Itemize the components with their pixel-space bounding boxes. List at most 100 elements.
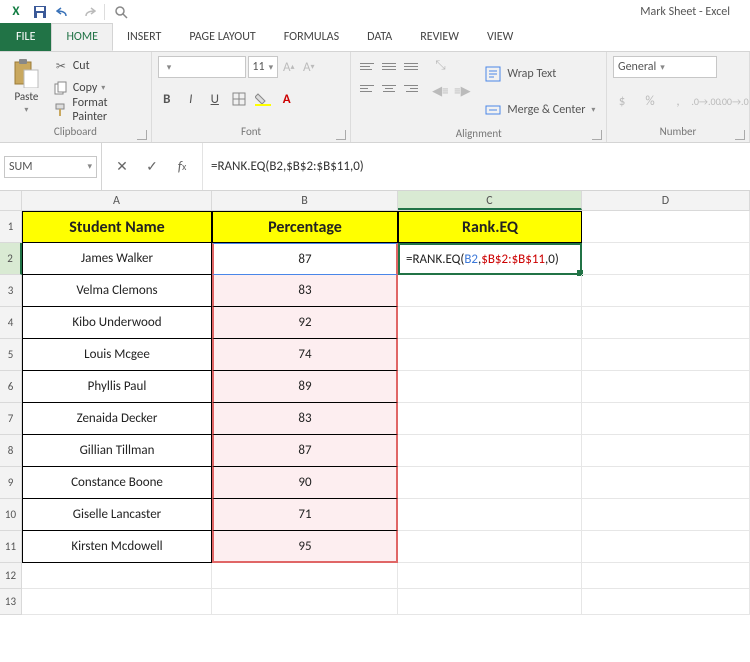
- cell[interactable]: [212, 563, 398, 589]
- cell[interactable]: 90: [212, 467, 398, 499]
- cell[interactable]: 92: [212, 307, 398, 339]
- row-header[interactable]: 7: [0, 403, 22, 435]
- cell[interactable]: [582, 403, 750, 435]
- align-middle-button[interactable]: [379, 56, 399, 76]
- row-header[interactable]: 5: [0, 339, 22, 371]
- cell[interactable]: [582, 275, 750, 307]
- cell[interactable]: Phyllis Paul: [22, 371, 212, 403]
- tab-insert[interactable]: INSERT: [113, 23, 175, 51]
- tab-home[interactable]: HOME: [51, 23, 113, 51]
- fill-color-button[interactable]: [254, 90, 272, 108]
- row-header[interactable]: 1: [0, 211, 22, 243]
- cell[interactable]: [582, 339, 750, 371]
- cell[interactable]: Kibo Underwood: [22, 307, 212, 339]
- tab-view[interactable]: VIEW: [473, 23, 527, 51]
- tab-review[interactable]: REVIEW: [406, 23, 473, 51]
- cell[interactable]: [398, 307, 582, 339]
- dialog-launcher-icon[interactable]: [592, 130, 602, 140]
- name-box[interactable]: SUM ▾: [4, 156, 97, 178]
- cell[interactable]: [398, 275, 582, 307]
- tab-file[interactable]: FILE: [0, 23, 51, 51]
- font-name-select[interactable]: [158, 56, 246, 78]
- save-button[interactable]: [30, 2, 50, 22]
- cell[interactable]: [582, 531, 750, 563]
- align-right-button[interactable]: [401, 78, 421, 98]
- cell[interactable]: [582, 307, 750, 339]
- row-header[interactable]: 4: [0, 307, 22, 339]
- decrease-indent-button[interactable]: ◀≡: [431, 82, 449, 100]
- cell[interactable]: [398, 531, 582, 563]
- cell[interactable]: Gillian Tillman: [22, 435, 212, 467]
- cell[interactable]: [582, 211, 750, 243]
- cell[interactable]: 83: [212, 403, 398, 435]
- cell[interactable]: Zenaida Decker: [22, 403, 212, 435]
- increase-indent-button[interactable]: ≡▶: [453, 82, 471, 100]
- borders-button[interactable]: [230, 90, 248, 108]
- row-header[interactable]: 3: [0, 275, 22, 307]
- cell[interactable]: James Walker: [22, 243, 212, 275]
- column-header-C[interactable]: C: [398, 191, 582, 210]
- cell[interactable]: [398, 499, 582, 531]
- copy-button[interactable]: Copy ▾: [51, 78, 145, 98]
- increase-decimal-button[interactable]: .0→.00: [697, 92, 715, 110]
- orientation-button[interactable]: ⤡: [431, 56, 449, 74]
- cell[interactable]: 83: [212, 275, 398, 307]
- cell[interactable]: 95: [212, 531, 398, 563]
- align-center-button[interactable]: [379, 78, 399, 98]
- cell[interactable]: [582, 371, 750, 403]
- wrap-text-button[interactable]: Wrap Text: [485, 58, 595, 90]
- cell[interactable]: [212, 589, 398, 615]
- decrease-decimal-button[interactable]: .00→.0: [725, 92, 743, 110]
- cell[interactable]: 71: [212, 499, 398, 531]
- cell[interactable]: [398, 563, 582, 589]
- underline-button[interactable]: U: [206, 90, 224, 108]
- percent-format-button[interactable]: %: [641, 92, 659, 110]
- cell[interactable]: [22, 563, 212, 589]
- row-header[interactable]: 11: [0, 531, 22, 563]
- tab-page-layout[interactable]: PAGE LAYOUT: [175, 23, 269, 51]
- cell[interactable]: 89: [212, 371, 398, 403]
- increase-font-button[interactable]: A▴: [280, 58, 298, 76]
- format-painter-button[interactable]: Format Painter: [51, 100, 145, 120]
- decrease-font-button[interactable]: A▾: [300, 58, 318, 76]
- row-header[interactable]: 9: [0, 467, 22, 499]
- select-all-corner[interactable]: [0, 191, 22, 210]
- cell[interactable]: [582, 589, 750, 615]
- dialog-launcher-icon[interactable]: [735, 130, 745, 140]
- cell[interactable]: 87: [212, 435, 398, 467]
- row-header[interactable]: 6: [0, 371, 22, 403]
- cancel-formula-button[interactable]: ✕: [112, 157, 132, 177]
- cell[interactable]: Giselle Lancaster: [22, 499, 212, 531]
- cell[interactable]: 87: [212, 243, 398, 275]
- cell[interactable]: [582, 435, 750, 467]
- row-header[interactable]: 8: [0, 435, 22, 467]
- cell[interactable]: [398, 589, 582, 615]
- enter-formula-button[interactable]: ✓: [142, 157, 162, 177]
- accounting-format-button[interactable]: $: [613, 92, 631, 110]
- cell[interactable]: Percentage: [212, 211, 398, 243]
- cell[interactable]: [582, 467, 750, 499]
- cell[interactable]: [398, 371, 582, 403]
- dialog-launcher-icon[interactable]: [336, 130, 346, 140]
- italic-button[interactable]: I: [182, 90, 200, 108]
- tab-formulas[interactable]: FORMULAS: [270, 23, 353, 51]
- column-header-A[interactable]: A: [22, 191, 212, 210]
- font-size-select[interactable]: 11: [248, 56, 278, 78]
- cell[interactable]: [398, 339, 582, 371]
- cell[interactable]: Constance Boone: [22, 467, 212, 499]
- cut-button[interactable]: ✂ Cut: [51, 56, 145, 76]
- cell[interactable]: Student Name: [22, 211, 212, 243]
- align-top-button[interactable]: [357, 56, 377, 76]
- column-header-B[interactable]: B: [212, 191, 398, 210]
- formula-input[interactable]: =RANK.EQ(B2,$B$2:$B$11,0): [203, 143, 750, 190]
- cell[interactable]: [398, 467, 582, 499]
- undo-button[interactable]: [54, 2, 74, 22]
- row-header[interactable]: 12: [0, 563, 22, 589]
- cell[interactable]: [582, 563, 750, 589]
- cell[interactable]: [398, 435, 582, 467]
- row-header[interactable]: 10: [0, 499, 22, 531]
- cell[interactable]: Kirsten Mcdowell: [22, 531, 212, 563]
- tab-data[interactable]: DATA: [353, 23, 406, 51]
- paste-button[interactable]: Paste ▾: [6, 56, 47, 115]
- dialog-launcher-icon[interactable]: [137, 130, 147, 140]
